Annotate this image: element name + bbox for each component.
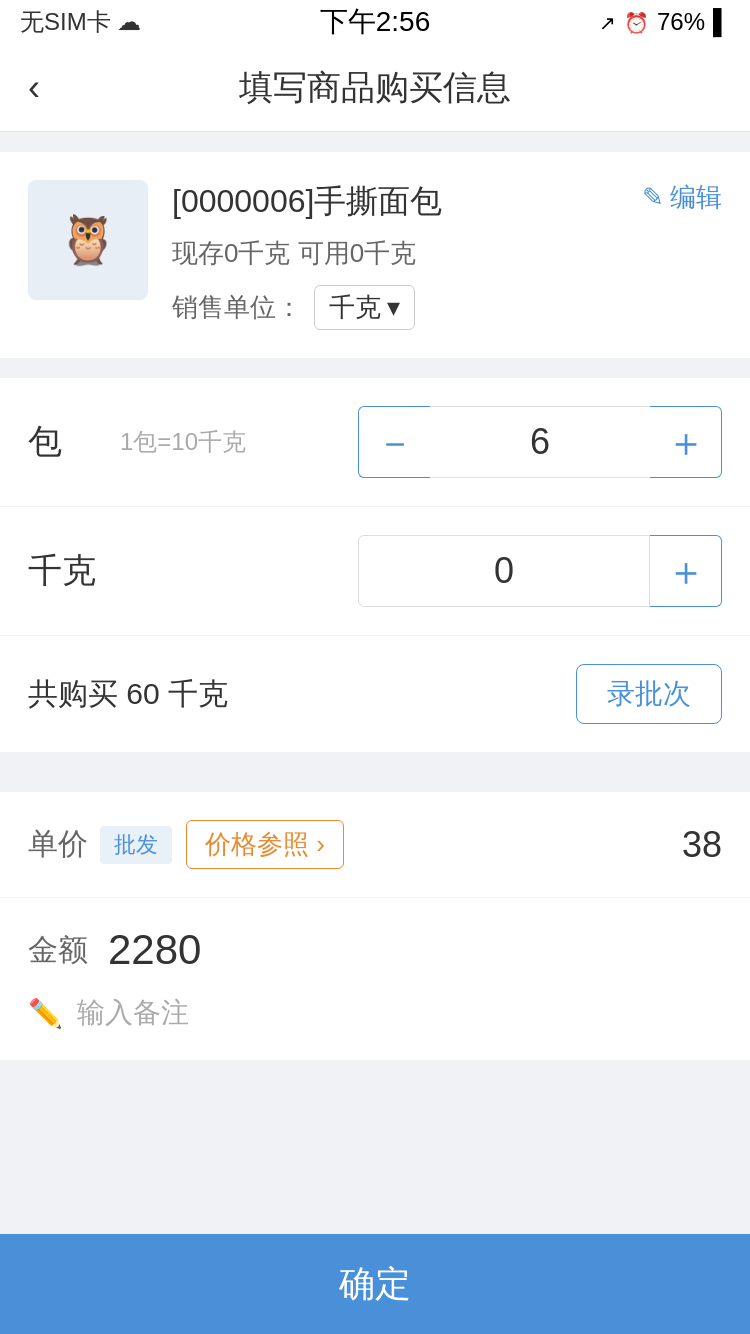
product-image: 🦉 xyxy=(28,180,148,300)
kg-input[interactable] xyxy=(358,535,650,607)
unit-label: 销售单位： xyxy=(172,290,302,325)
divider-2 xyxy=(0,752,750,772)
edit-button[interactable]: ✎ 编辑 xyxy=(642,180,722,215)
price-ref-button[interactable]: 价格参照 › xyxy=(186,820,344,869)
alarm-icon xyxy=(624,8,649,36)
chevron-down-icon: ▾ xyxy=(387,292,400,323)
product-name: [0000006]手撕面包 xyxy=(172,180,722,224)
back-button[interactable]: ‹ xyxy=(28,67,40,109)
battery-icon: ▌ xyxy=(713,8,730,36)
amount-value: 2280 xyxy=(108,926,201,974)
nav-bar: ‹ 填写商品购买信息 xyxy=(0,44,750,132)
product-unit-row: 销售单位： 千克 ▾ xyxy=(172,285,722,330)
product-info: [0000006]手撕面包 现存0千克 可用0千克 销售单位： 千克 ▾ xyxy=(172,180,722,330)
amount-label: 金额 xyxy=(28,930,88,971)
batch-button[interactable]: 录批次 xyxy=(576,664,722,724)
unit-select[interactable]: 千克 ▾ xyxy=(314,285,415,330)
summary-row: 共购买 60 千克 录批次 xyxy=(0,636,750,752)
unit-value: 千克 xyxy=(329,290,381,325)
product-thumbnail-icon: 🦉 xyxy=(58,212,118,268)
summary-text: 共购买 60 千克 xyxy=(28,674,228,715)
pencil-icon: ✏️ xyxy=(28,997,63,1030)
product-stock: 现存0千克 可用0千克 xyxy=(172,236,722,271)
status-time: 下午2:56 xyxy=(320,3,431,41)
edit-label: 编辑 xyxy=(670,180,722,215)
edit-icon: ✎ xyxy=(642,182,664,213)
pack-increase-button[interactable]: ＋ xyxy=(650,406,722,478)
price-ref-label: 价格参照 › xyxy=(205,827,325,862)
kg-row: 千克 ＋ xyxy=(0,507,750,636)
battery-text: 76% xyxy=(657,8,705,36)
confirm-button[interactable]: 确定 xyxy=(0,1234,750,1334)
kg-label: 千克 xyxy=(28,548,108,594)
price-label: 单价 xyxy=(28,824,88,865)
price-row: 单价 批发 价格参照 › 38 xyxy=(0,792,750,898)
price-badge: 批发 xyxy=(100,826,172,864)
product-card: 🦉 [0000006]手撕面包 现存0千克 可用0千克 销售单位： 千克 ▾ ✎… xyxy=(0,152,750,358)
pack-input[interactable] xyxy=(430,406,650,478)
remark-placeholder: 输入备注 xyxy=(77,994,189,1032)
status-right: 76% ▌ xyxy=(599,8,730,36)
pack-label: 包 xyxy=(28,419,108,465)
status-bar: 无SIM卡 ☁ 下午2:56 76% ▌ xyxy=(0,0,750,44)
page-title: 填写商品购买信息 xyxy=(239,65,511,111)
remark-row[interactable]: ✏️ 输入备注 xyxy=(28,994,722,1032)
divider-1 xyxy=(0,358,750,378)
location-icon xyxy=(599,8,616,36)
pack-row: 包 1包=10千克 － ＋ xyxy=(0,378,750,507)
amount-row: 金额 2280 xyxy=(28,926,722,974)
price-value: 38 xyxy=(682,824,722,866)
kg-stepper: ＋ xyxy=(358,535,722,607)
amount-section: 金额 2280 ✏️ 输入备注 xyxy=(0,898,750,1060)
signal-text: 无SIM卡 ☁ xyxy=(20,6,141,38)
pack-section: 包 1包=10千克 － ＋ 千克 ＋ xyxy=(0,378,750,636)
pack-stepper: － ＋ xyxy=(358,406,722,478)
pack-decrease-button[interactable]: － xyxy=(358,406,430,478)
status-left: 无SIM卡 ☁ xyxy=(20,6,141,38)
kg-increase-button[interactable]: ＋ xyxy=(650,535,722,607)
price-section: 单价 批发 价格参照 › 38 xyxy=(0,792,750,898)
pack-hint: 1包=10千克 xyxy=(120,426,358,458)
